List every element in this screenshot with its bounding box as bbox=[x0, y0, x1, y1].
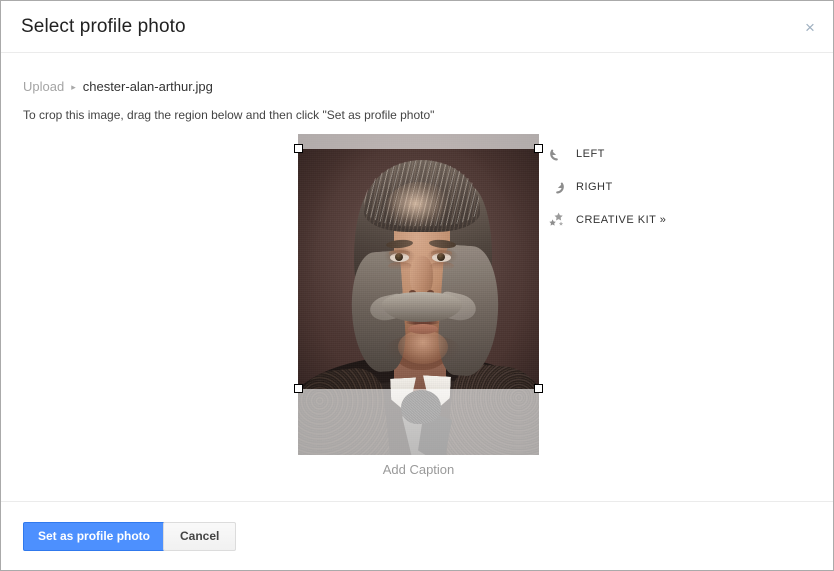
dialog-body: Upload ▸ chester-alan-arthur.jpg To crop t… bbox=[1, 54, 833, 501]
breadcrumb-item-current: chester-alan-arthur.jpg bbox=[82, 79, 213, 94]
portrait-eyelid-left bbox=[389, 250, 410, 256]
photo-tools: LEFT RIGHT CREATIVE KIT » bbox=[547, 137, 727, 236]
crop-handle-bottom-right[interactable] bbox=[534, 384, 543, 393]
breadcrumb: Upload ▸ chester-alan-arthur.jpg bbox=[23, 79, 213, 94]
crop-handle-top-right[interactable] bbox=[534, 144, 543, 153]
chevron-right-icon: ▸ bbox=[71, 82, 76, 92]
crop-instructions: To crop this image, drag the region belo… bbox=[23, 108, 435, 122]
portrait-chin bbox=[398, 330, 448, 364]
select-profile-photo-dialog: Select profile photo × Upload ▸ chester-al… bbox=[0, 0, 834, 571]
rotate-right-label: RIGHT bbox=[576, 180, 613, 193]
cancel-button[interactable]: Cancel bbox=[163, 522, 237, 551]
dialog-header: Select profile photo × bbox=[1, 1, 833, 53]
creative-kit-button[interactable]: CREATIVE KIT » bbox=[547, 203, 727, 236]
rotate-left-button[interactable]: LEFT bbox=[547, 137, 727, 170]
portrait-fur-left bbox=[298, 365, 391, 455]
page-title: Select profile photo bbox=[21, 16, 186, 37]
crop-handle-bottom-left[interactable] bbox=[294, 384, 303, 393]
portrait-eyebag-right bbox=[430, 262, 454, 270]
breadcrumb-item-upload[interactable]: Upload bbox=[23, 79, 64, 94]
portrait-forehead bbox=[386, 182, 452, 234]
portrait-fur-right bbox=[445, 362, 539, 455]
rotate-left-icon bbox=[547, 144, 567, 164]
portrait-lower-lip bbox=[408, 324, 438, 334]
rotate-right-button[interactable]: RIGHT bbox=[547, 170, 727, 203]
add-caption-link[interactable]: Add Caption bbox=[298, 462, 539, 477]
crop-handle-top-left[interactable] bbox=[294, 144, 303, 153]
creative-kit-label: CREATIVE KIT » bbox=[576, 213, 667, 226]
photo-crop-stage[interactable] bbox=[294, 134, 543, 455]
sparkles-icon bbox=[547, 210, 567, 230]
portrait-eyelid-right bbox=[431, 250, 452, 256]
dialog-footer: Set as profile photo Cancel bbox=[1, 501, 833, 570]
set-as-profile-photo-button[interactable]: Set as profile photo bbox=[23, 522, 166, 551]
close-icon[interactable]: × bbox=[797, 15, 823, 41]
portrait-eyebag-left bbox=[388, 262, 412, 270]
rotate-left-label: LEFT bbox=[576, 147, 605, 160]
photo-image[interactable] bbox=[298, 134, 539, 455]
rotate-right-icon bbox=[547, 177, 567, 197]
